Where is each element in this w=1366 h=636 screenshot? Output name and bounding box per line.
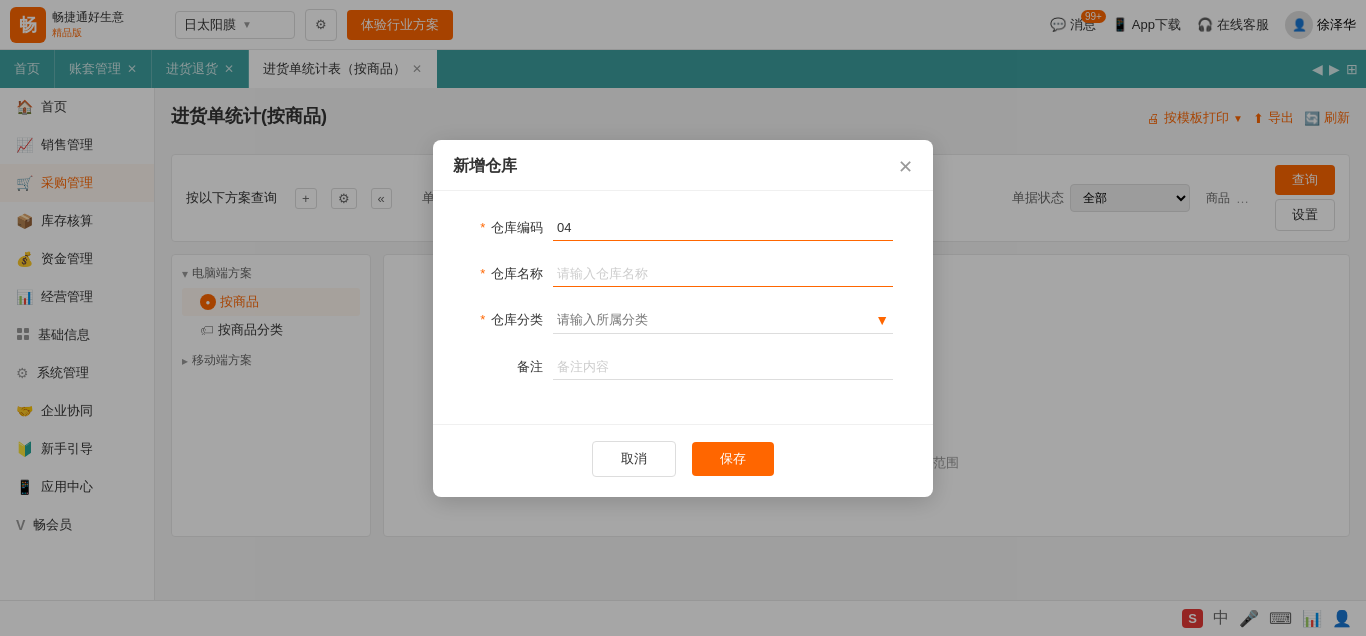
modal-close-button[interactable]: ✕ xyxy=(898,156,913,178)
required-star-name: * xyxy=(480,266,485,281)
category-input[interactable] xyxy=(557,312,875,327)
warehouse-name-input[interactable] xyxy=(553,261,893,287)
modal-header: 新增仓库 ✕ xyxy=(433,140,933,191)
form-row-category: * 仓库分类 ▼ xyxy=(473,307,893,334)
modal-overlay: 新增仓库 ✕ * 仓库编码 * 仓库名称 xyxy=(0,0,1366,636)
modal-title: 新增仓库 xyxy=(453,156,517,177)
cancel-button[interactable]: 取消 xyxy=(592,441,676,477)
required-star-category: * xyxy=(480,312,485,327)
save-button[interactable]: 保存 xyxy=(692,442,774,476)
code-label: * 仓库编码 xyxy=(473,219,553,237)
category-label: * 仓库分类 xyxy=(473,311,553,329)
required-star-code: * xyxy=(480,220,485,235)
note-input[interactable] xyxy=(553,354,893,380)
warehouse-code-input[interactable] xyxy=(553,215,893,241)
category-dropdown-arrow[interactable]: ▼ xyxy=(875,312,889,328)
form-row-note: 备注 xyxy=(473,354,893,380)
category-select-wrapper: ▼ xyxy=(553,307,893,334)
name-label: * 仓库名称 xyxy=(473,265,553,283)
note-label: 备注 xyxy=(473,358,553,376)
modal-new-warehouse: 新增仓库 ✕ * 仓库编码 * 仓库名称 xyxy=(433,140,933,497)
form-row-code: * 仓库编码 xyxy=(473,215,893,241)
modal-body: * 仓库编码 * 仓库名称 * 仓库分类 xyxy=(433,191,933,424)
modal-footer: 取消 保存 xyxy=(433,424,933,497)
form-row-name: * 仓库名称 xyxy=(473,261,893,287)
